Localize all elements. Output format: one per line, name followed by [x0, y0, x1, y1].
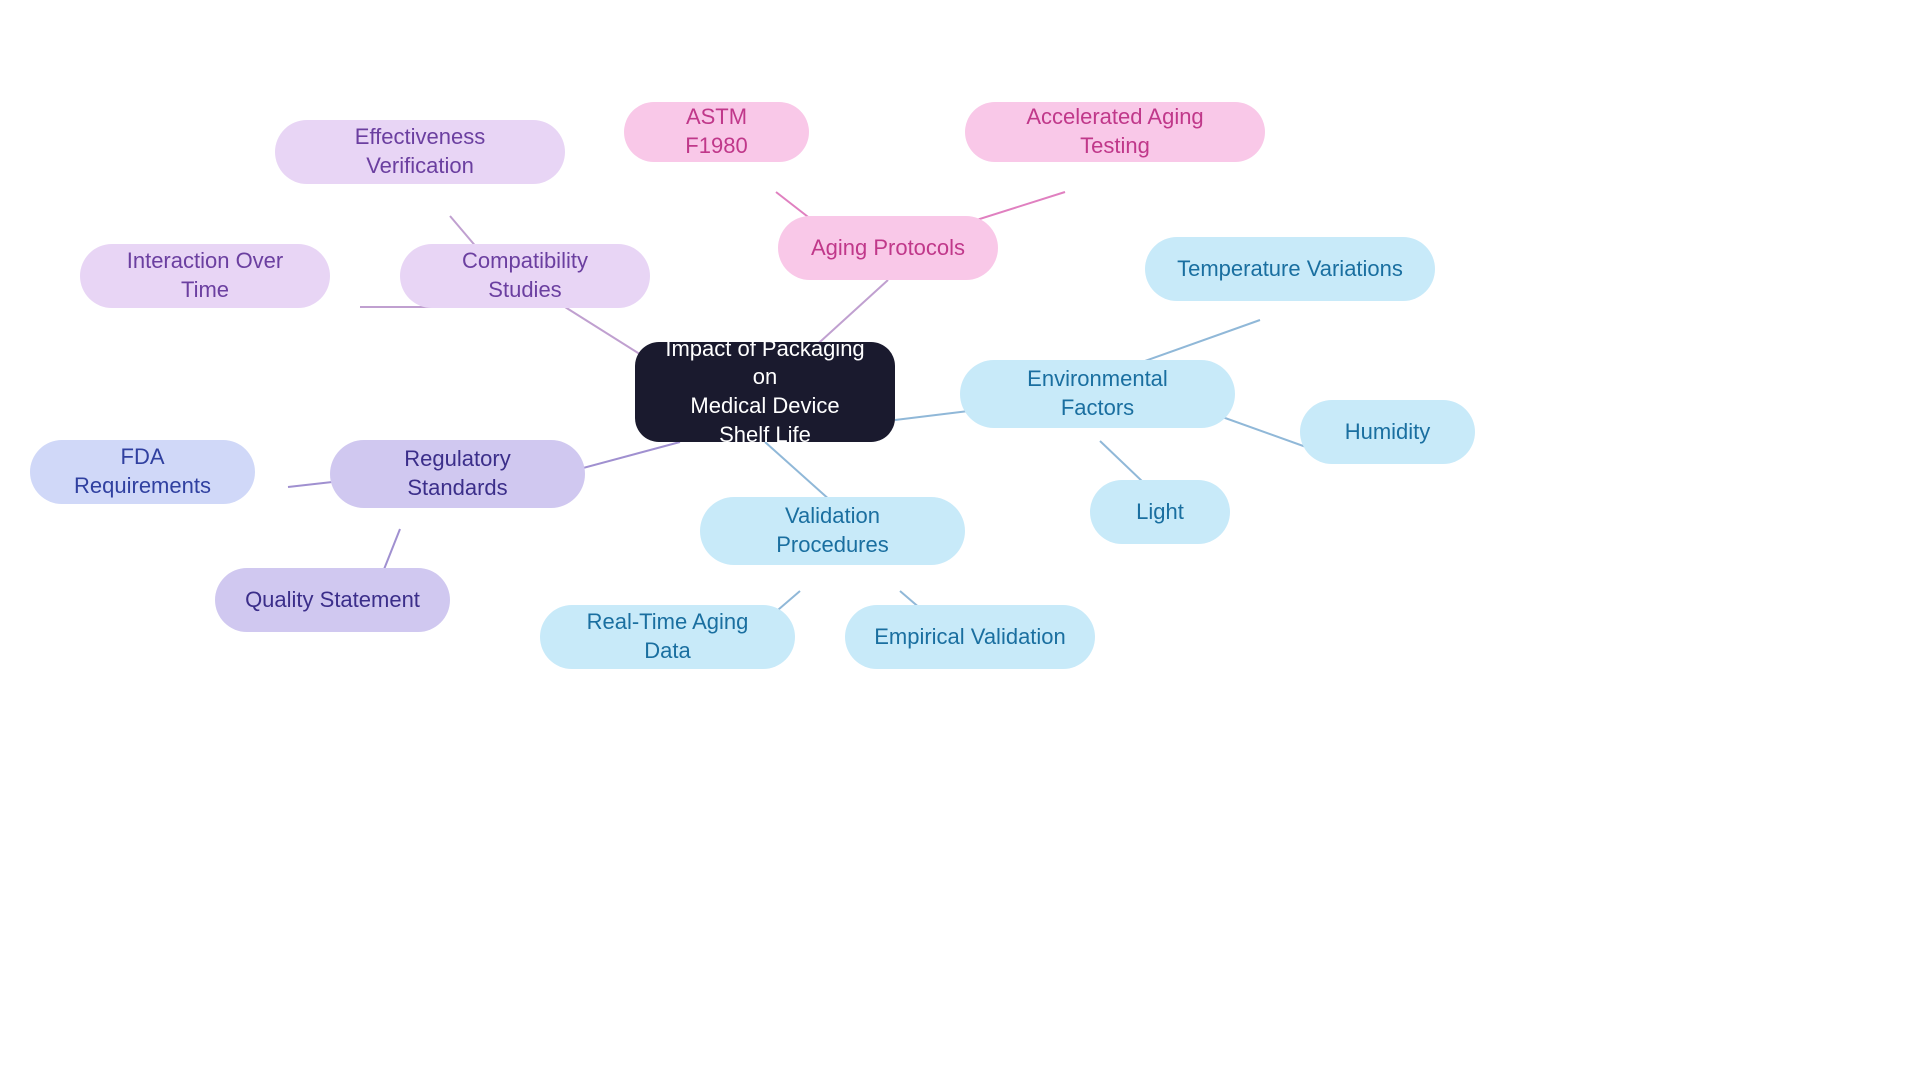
light-label: Light — [1136, 498, 1184, 527]
humidity-label: Humidity — [1345, 418, 1431, 447]
accelerated-label: Accelerated Aging Testing — [993, 103, 1237, 160]
fda-node: FDA Requirements — [30, 440, 255, 504]
realtime-node: Real-Time Aging Data — [540, 605, 795, 669]
validation-label: Validation Procedures — [728, 502, 937, 559]
interaction-label: Interaction Over Time — [108, 247, 302, 304]
compatibility-label: Compatibility Studies — [428, 247, 622, 304]
aging-protocols-label: Aging Protocols — [811, 234, 965, 263]
realtime-label: Real-Time Aging Data — [568, 608, 767, 665]
temperature-node: Temperature Variations — [1145, 237, 1435, 301]
temperature-label: Temperature Variations — [1177, 255, 1403, 284]
fda-label: FDA Requirements — [58, 443, 227, 500]
aging-protocols-node: Aging Protocols — [778, 216, 998, 280]
center-node: Impact of Packaging on Medical Device Sh… — [635, 342, 895, 442]
validation-node: Validation Procedures — [700, 497, 965, 565]
accelerated-node: Accelerated Aging Testing — [965, 102, 1265, 162]
compatibility-node: Compatibility Studies — [400, 244, 650, 308]
effectiveness-node: Effectiveness Verification — [275, 120, 565, 184]
quality-node: Quality Statement — [215, 568, 450, 632]
interaction-node: Interaction Over Time — [80, 244, 330, 308]
astm-node: ASTM F1980 — [624, 102, 809, 162]
environmental-label: Environmental Factors — [988, 365, 1207, 422]
astm-label: ASTM F1980 — [652, 103, 781, 160]
environmental-node: Environmental Factors — [960, 360, 1235, 428]
light-node: Light — [1090, 480, 1230, 544]
effectiveness-label: Effectiveness Verification — [303, 123, 537, 180]
center-label: Impact of Packaging on Medical Device Sh… — [663, 335, 867, 449]
empirical-node: Empirical Validation — [845, 605, 1095, 669]
empirical-label: Empirical Validation — [874, 623, 1066, 652]
regulatory-node: Regulatory Standards — [330, 440, 585, 508]
regulatory-label: Regulatory Standards — [358, 445, 557, 502]
humidity-node: Humidity — [1300, 400, 1475, 464]
quality-label: Quality Statement — [245, 586, 420, 615]
